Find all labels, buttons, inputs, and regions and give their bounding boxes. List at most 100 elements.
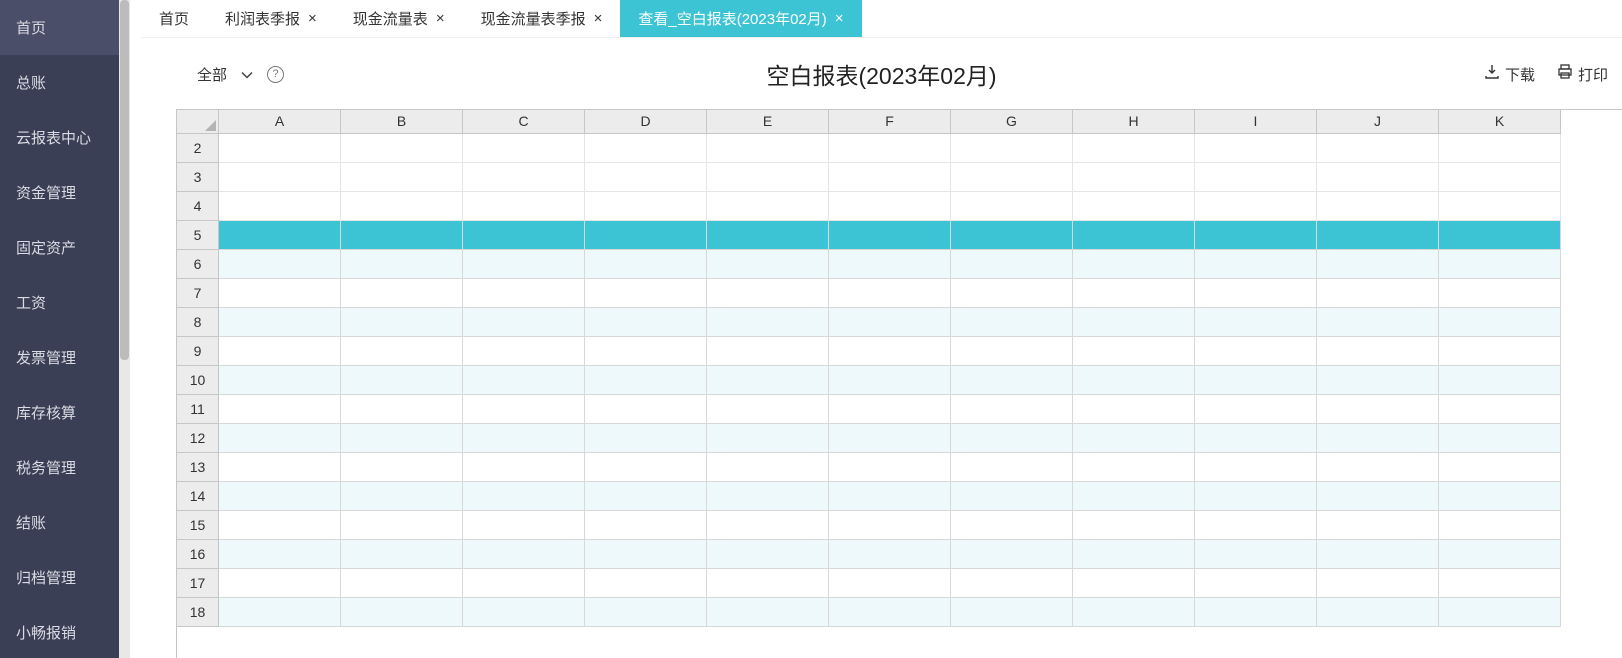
- cell[interactable]: [219, 366, 341, 395]
- cell[interactable]: [585, 482, 707, 511]
- sidebar-item-inventory[interactable]: 库存核算: [0, 385, 130, 440]
- close-icon[interactable]: ×: [594, 11, 603, 26]
- cell[interactable]: [463, 192, 585, 221]
- tab-cashflow-quarter[interactable]: 现金流量表季报 ×: [463, 0, 621, 37]
- cell[interactable]: [219, 540, 341, 569]
- cell[interactable]: [1317, 279, 1439, 308]
- cell[interactable]: [707, 134, 829, 163]
- cell[interactable]: [829, 308, 951, 337]
- sidebar-item-invoice[interactable]: 发票管理: [0, 330, 130, 385]
- cell[interactable]: [1439, 598, 1561, 627]
- row-header[interactable]: 6: [177, 250, 219, 279]
- cell[interactable]: [341, 308, 463, 337]
- cell[interactable]: [829, 134, 951, 163]
- cell[interactable]: [1195, 482, 1317, 511]
- cell[interactable]: [585, 569, 707, 598]
- cell[interactable]: [1073, 540, 1195, 569]
- row-header[interactable]: 8: [177, 308, 219, 337]
- cell[interactable]: [585, 134, 707, 163]
- row-header[interactable]: 16: [177, 540, 219, 569]
- help-icon[interactable]: ?: [267, 66, 284, 83]
- cell[interactable]: [1073, 511, 1195, 540]
- row-header[interactable]: 17: [177, 569, 219, 598]
- row-header[interactable]: 7: [177, 279, 219, 308]
- cell[interactable]: [707, 163, 829, 192]
- column-header[interactable]: H: [1073, 110, 1195, 134]
- row-header[interactable]: 13: [177, 453, 219, 482]
- cell[interactable]: [951, 279, 1073, 308]
- cell[interactable]: [585, 221, 707, 250]
- cell[interactable]: [1195, 424, 1317, 453]
- cell[interactable]: [463, 482, 585, 511]
- cell[interactable]: [463, 598, 585, 627]
- spreadsheet[interactable]: A B C D E F G H I J K 234567891011121314…: [176, 109, 1622, 658]
- sidebar-item-fixed-asset[interactable]: 固定资产: [0, 220, 130, 275]
- cell[interactable]: [829, 598, 951, 627]
- cell[interactable]: [707, 424, 829, 453]
- cell[interactable]: [219, 453, 341, 482]
- sidebar-item-cloud-report[interactable]: 云报表中心: [0, 110, 130, 165]
- cell[interactable]: [1195, 569, 1317, 598]
- cell[interactable]: [1073, 424, 1195, 453]
- sidebar-item-home[interactable]: 首页: [0, 0, 130, 55]
- cell[interactable]: [1073, 366, 1195, 395]
- cell[interactable]: [219, 337, 341, 366]
- cell[interactable]: [1073, 482, 1195, 511]
- cell[interactable]: [707, 308, 829, 337]
- sidebar-item-closing[interactable]: 结账: [0, 495, 130, 550]
- cell[interactable]: [829, 192, 951, 221]
- cell[interactable]: [341, 569, 463, 598]
- cell[interactable]: [1195, 511, 1317, 540]
- cell[interactable]: [1195, 366, 1317, 395]
- cell[interactable]: [585, 308, 707, 337]
- close-icon[interactable]: ×: [308, 11, 317, 26]
- cell[interactable]: [1073, 250, 1195, 279]
- cell[interactable]: [1439, 134, 1561, 163]
- cell[interactable]: [1073, 163, 1195, 192]
- cell[interactable]: [1439, 337, 1561, 366]
- column-header[interactable]: C: [463, 110, 585, 134]
- cell[interactable]: [707, 337, 829, 366]
- cell[interactable]: [951, 337, 1073, 366]
- cell[interactable]: [1195, 540, 1317, 569]
- cell[interactable]: [463, 134, 585, 163]
- sidebar-item-ledger[interactable]: 总账: [0, 55, 130, 110]
- row-header[interactable]: 3: [177, 163, 219, 192]
- close-icon[interactable]: ×: [835, 11, 844, 26]
- cell[interactable]: [1439, 569, 1561, 598]
- sidebar-scrollbar-thumb[interactable]: [120, 0, 129, 360]
- cell[interactable]: [1195, 221, 1317, 250]
- cell[interactable]: [707, 192, 829, 221]
- cell[interactable]: [1195, 279, 1317, 308]
- cell[interactable]: [219, 279, 341, 308]
- cell[interactable]: [1439, 366, 1561, 395]
- sidebar-item-fund[interactable]: 资金管理: [0, 165, 130, 220]
- cell[interactable]: [1195, 598, 1317, 627]
- cell[interactable]: [1317, 453, 1439, 482]
- cell[interactable]: [463, 279, 585, 308]
- print-button[interactable]: 打印: [1557, 64, 1608, 85]
- cell[interactable]: [1073, 308, 1195, 337]
- cell[interactable]: [1439, 308, 1561, 337]
- sidebar-item-salary[interactable]: 工资: [0, 275, 130, 330]
- cell[interactable]: [707, 221, 829, 250]
- cell[interactable]: [341, 250, 463, 279]
- cell[interactable]: [341, 134, 463, 163]
- column-header[interactable]: F: [829, 110, 951, 134]
- cell[interactable]: [829, 279, 951, 308]
- cell[interactable]: [951, 598, 1073, 627]
- tab-view-blank-report[interactable]: 查看_空白报表(2023年02月) ×: [620, 0, 861, 37]
- cell[interactable]: [829, 366, 951, 395]
- cell[interactable]: [585, 366, 707, 395]
- cell[interactable]: [951, 569, 1073, 598]
- cell[interactable]: [1439, 395, 1561, 424]
- cell[interactable]: [829, 511, 951, 540]
- row-header[interactable]: 10: [177, 366, 219, 395]
- column-header[interactable]: K: [1439, 110, 1561, 134]
- row-header[interactable]: 4: [177, 192, 219, 221]
- cell[interactable]: [951, 482, 1073, 511]
- cell[interactable]: [1317, 395, 1439, 424]
- cell[interactable]: [1073, 134, 1195, 163]
- cell[interactable]: [219, 598, 341, 627]
- cell[interactable]: [707, 279, 829, 308]
